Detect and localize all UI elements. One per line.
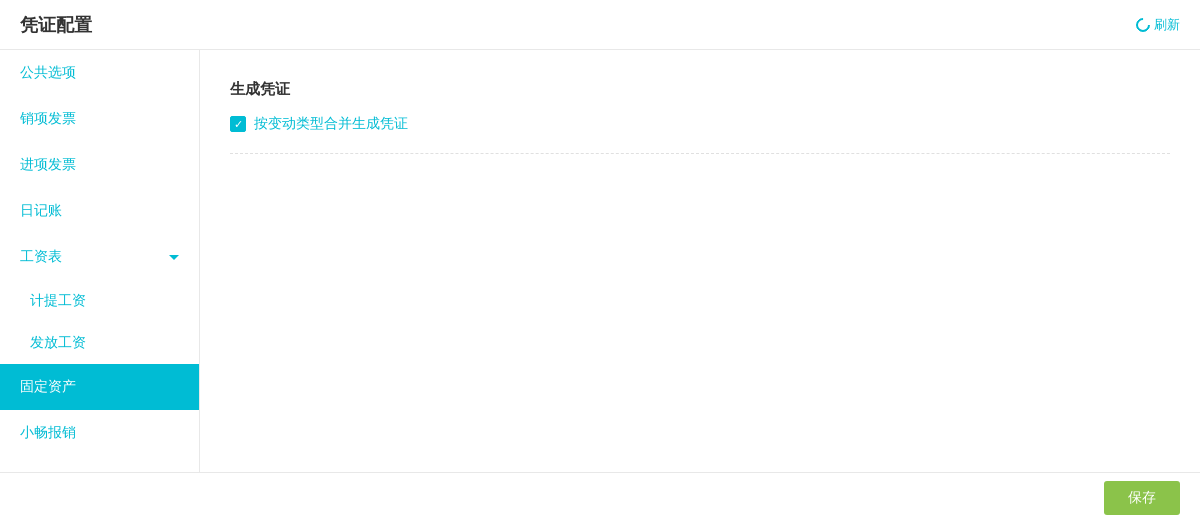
sidebar-item-fixed-assets[interactable]: 固定资产 — [0, 364, 199, 410]
section-divider — [230, 153, 1170, 154]
sidebar-item-label: 日记账 — [20, 202, 62, 220]
sidebar-item-accrued-payroll[interactable]: 计提工资 — [0, 280, 199, 322]
footer: 保存 — [0, 472, 1200, 522]
sidebar-item-purchase-invoice[interactable]: 进项发票 — [0, 142, 199, 188]
sidebar-item-journal[interactable]: 日记账 — [0, 188, 199, 234]
save-button[interactable]: 保存 — [1104, 481, 1180, 515]
page-wrapper: 凭证配置 刷新 公共选项销项发票进项发票日记账工资表计提工资发放工资固定资产小畅… — [0, 0, 1200, 522]
sidebar-item-label: 公共选项 — [20, 64, 76, 82]
checkbox-row: ✓ 按变动类型合并生成凭证 — [230, 115, 1170, 133]
sidebar-item-expense-report[interactable]: 小畅报销 — [0, 410, 199, 456]
sidebar-item-label: 小畅报销 — [20, 424, 76, 442]
sidebar-item-label: 固定资产 — [20, 378, 76, 396]
checkbox-label[interactable]: 按变动类型合并生成凭证 — [254, 115, 408, 133]
refresh-label: 刷新 — [1154, 16, 1180, 34]
sidebar-item-sales-invoice[interactable]: 销项发票 — [0, 96, 199, 142]
sidebar-item-label: 工资表 — [20, 248, 62, 266]
header: 凭证配置 刷新 — [0, 0, 1200, 50]
refresh-icon — [1133, 15, 1153, 35]
sidebar-item-payroll[interactable]: 工资表 — [0, 234, 199, 280]
sidebar-item-label: 进项发票 — [20, 156, 76, 174]
body: 公共选项销项发票进项发票日记账工资表计提工资发放工资固定资产小畅报销 生成凭证 … — [0, 50, 1200, 472]
main-content: 生成凭证 ✓ 按变动类型合并生成凭证 — [200, 50, 1200, 472]
sidebar: 公共选项销项发票进项发票日记账工资表计提工资发放工资固定资产小畅报销 — [0, 50, 200, 472]
merge-checkbox[interactable]: ✓ — [230, 116, 246, 132]
page-title: 凭证配置 — [20, 13, 92, 37]
sidebar-item-label: 销项发票 — [20, 110, 76, 128]
checkmark-icon: ✓ — [234, 119, 243, 130]
sidebar-item-public-options[interactable]: 公共选项 — [0, 50, 199, 96]
sidebar-item-pay-payroll[interactable]: 发放工资 — [0, 322, 199, 364]
refresh-button[interactable]: 刷新 — [1136, 16, 1180, 34]
chevron-down-icon — [169, 255, 179, 260]
section-title: 生成凭证 — [230, 80, 1170, 99]
